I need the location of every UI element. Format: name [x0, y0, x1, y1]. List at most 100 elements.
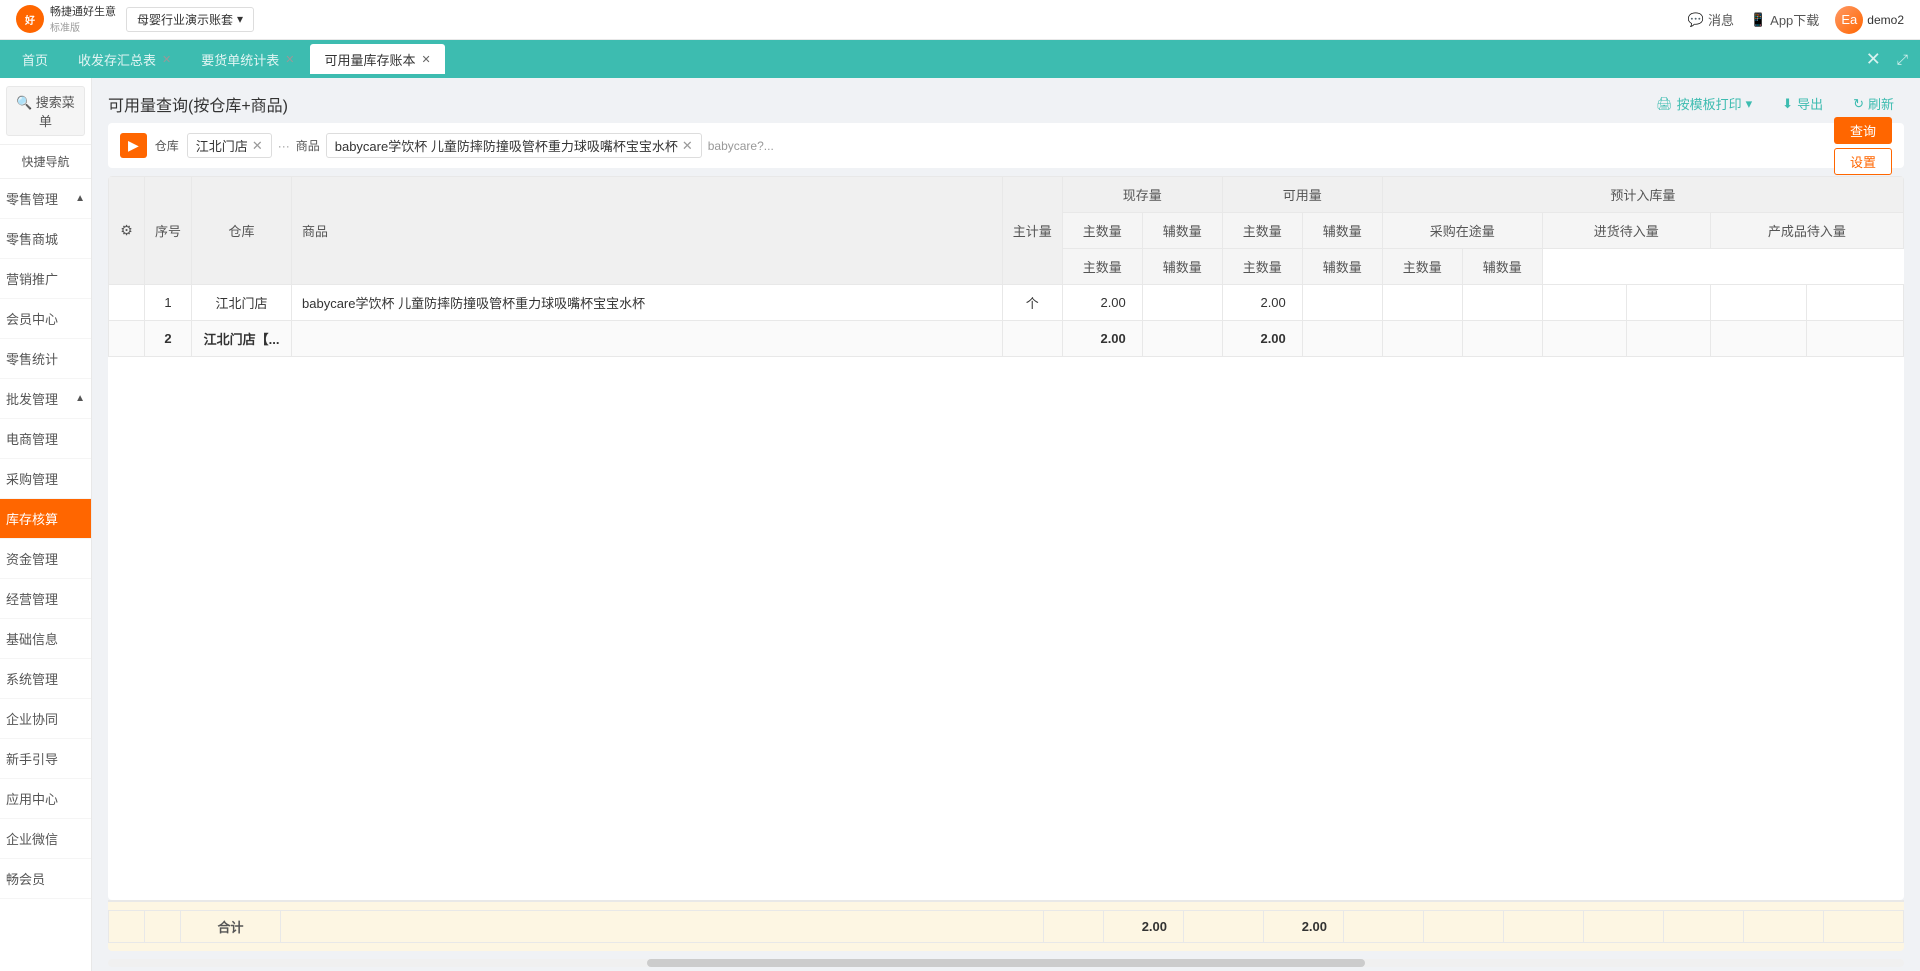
industry-selector[interactable]: 母婴行业演示账套 ▾	[126, 7, 254, 32]
tab-inventory-close[interactable]: ✕	[422, 53, 431, 66]
footer-sales-main	[1584, 911, 1664, 943]
cell-purchase-aux	[1462, 285, 1542, 321]
sidebar-item-purchase-label: 采购管理	[6, 469, 58, 488]
app-download-button[interactable]: 📱 App下载	[1750, 10, 1819, 29]
sidebar-item-basic-info[interactable]: 基础信息	[0, 619, 91, 659]
th-purchase-aux: 辅数量	[1142, 249, 1222, 285]
horizontal-scrollbar[interactable]	[108, 959, 1904, 967]
warehouse-tag-remove[interactable]: ✕	[252, 138, 263, 154]
export-button[interactable]: ⬇ 导出	[1772, 90, 1833, 117]
sidebar-item-app-center[interactable]: 应用中心	[0, 779, 91, 819]
footer-empty-product	[281, 911, 1044, 943]
avatar: Ea	[1835, 6, 1863, 34]
tab-home[interactable]: 首页	[8, 44, 62, 74]
sidebar-item-system[interactable]: 系统管理	[0, 659, 91, 699]
page-actions: 🖨 按模板打印 ▾ ⬇ 导出 ↻ 刷新	[1646, 90, 1904, 117]
tab-receipts[interactable]: 收发存汇总表 ✕	[64, 44, 185, 74]
tab-order-stats-label: 要货单统计表	[201, 50, 279, 69]
query-button[interactable]: 查询	[1834, 117, 1892, 144]
th-sales-main: 主数量	[1222, 249, 1302, 285]
sidebar-item-wholesale[interactable]: 批发管理 ▲	[0, 379, 91, 419]
chevron-icon: ▲	[75, 193, 85, 204]
logo-sub-title: 标准版	[50, 19, 116, 34]
expand-tabs-button[interactable]: ⤢	[1897, 51, 1920, 68]
close-all-tabs-button[interactable]: ✕	[1866, 49, 1893, 70]
th-no: 序号	[145, 177, 192, 285]
top-bar-right: 💬 消息 📱 App下载 Ea demo2	[1688, 6, 1904, 34]
sidebar-item-inventory[interactable]: 库存核算	[0, 499, 91, 539]
product-tag-value: babycare学饮杯 儿童防摔防撞吸管杯重力球吸嘴杯宝宝水杯	[335, 136, 678, 155]
product-tag[interactable]: babycare学饮杯 儿童防摔防撞吸管杯重力球吸嘴杯宝宝水杯 ✕	[326, 133, 702, 158]
tab-receipts-close[interactable]: ✕	[162, 53, 171, 66]
sidebar-item-app-center-label: 应用中心	[6, 789, 58, 808]
logo-symbol: 好	[25, 12, 35, 27]
sidebar-item-ops[interactable]: 经营管理	[0, 579, 91, 619]
footer-label: 合计	[181, 911, 281, 943]
sidebar-item-purchase[interactable]: 采购管理	[0, 459, 91, 499]
sidebar-item-member[interactable]: 会员中心	[0, 299, 91, 339]
product-tag-remove[interactable]: ✕	[682, 138, 693, 154]
footer-row: 合计 2.00 2.00	[109, 911, 1904, 943]
content-area: 可用量查询(按仓库+商品) 🖨 按模板打印 ▾ ⬇ 导出 ↻ 刷新 ▶	[92, 78, 1920, 971]
search-menu-button[interactable]: 🔍 搜索菜单	[6, 86, 85, 136]
filter-area: ▶ 仓库 江北门店 ✕ ··· 商品 babycare学饮杯 儿童防摔防撞吸管杯…	[108, 123, 1904, 168]
settings-button[interactable]: 设置	[1834, 148, 1892, 175]
cell-settings	[109, 285, 145, 321]
sidebar-item-finance[interactable]: 资金管理	[0, 539, 91, 579]
user-name: demo2	[1867, 13, 1904, 27]
sidebar-item-member-label: 会员中心	[6, 309, 58, 328]
settings-gear-icon[interactable]: ⚙	[120, 222, 133, 238]
warehouse-tag[interactable]: 江北门店 ✕	[187, 133, 272, 158]
sidebar-item-ecommerce[interactable]: 电商管理	[0, 419, 91, 459]
chevron-down-icon-print: ▾	[1746, 96, 1753, 112]
printer-icon: 🖨	[1656, 96, 1673, 112]
sidebar-item-retail-mall-label: 零售商城	[6, 229, 58, 248]
filter-more-icon[interactable]: ···	[278, 139, 290, 153]
sidebar-item-retail-mall[interactable]: 零售商城	[0, 219, 91, 259]
cell-sales-main	[1542, 285, 1626, 321]
logo-area: 好 畅捷通好生意 标准版	[16, 5, 116, 34]
page-header: 可用量查询(按仓库+商品) 🖨 按模板打印 ▾ ⬇ 导出 ↻ 刷新	[92, 78, 1920, 123]
tab-order-stats-close[interactable]: ✕	[285, 53, 294, 66]
sidebar-item-enterprise-collab[interactable]: 企业协同	[0, 699, 91, 739]
sidebar-item-retail-mgmt-label: 零售管理	[6, 189, 58, 208]
group-unit	[1002, 321, 1062, 357]
footer-purchase-main	[1424, 911, 1504, 943]
sidebar-item-enterprise-collab-label: 企业协同	[6, 709, 58, 728]
nav-tabs: 首页 收发存汇总表 ✕ 要货单统计表 ✕ 可用量库存账本 ✕ ✕ ⤢	[0, 40, 1920, 78]
footer-empty-settings	[109, 911, 145, 943]
group-prod-aux	[1807, 321, 1904, 357]
user-area[interactable]: Ea demo2	[1835, 6, 1904, 34]
footer-stock-aux	[1184, 911, 1264, 943]
tab-order-stats[interactable]: 要货单统计表 ✕	[187, 44, 308, 74]
th-incoming-header: 预计入库量	[1382, 177, 1903, 213]
group-stock-aux	[1142, 321, 1222, 357]
tab-inventory-label: 可用量库存账本	[324, 50, 415, 69]
scroll-thumb[interactable]	[647, 959, 1365, 967]
cell-warehouse: 江北门店	[192, 285, 292, 321]
quick-nav-label[interactable]: 快捷导航	[21, 155, 69, 169]
sidebar-item-inventory-label: 库存核算	[6, 509, 58, 528]
sidebar-item-system-label: 系统管理	[6, 669, 58, 688]
page-title: 可用量查询(按仓库+商品)	[108, 92, 288, 116]
sidebar-item-marketing[interactable]: 营销推广	[0, 259, 91, 299]
sidebar-item-vip[interactable]: 畅会员	[0, 859, 91, 899]
th-purchase-main: 主数量	[1062, 249, 1142, 285]
filter-expand-button[interactable]: ▶	[120, 133, 147, 158]
footer-prod-aux	[1824, 911, 1904, 943]
sidebar-item-new-guide[interactable]: 新手引导	[0, 739, 91, 779]
message-button[interactable]: 💬 消息	[1688, 10, 1734, 29]
tab-inventory[interactable]: 可用量库存账本 ✕	[310, 44, 444, 74]
message-icon: 💬	[1688, 12, 1704, 28]
main-layout: 🔍 搜索菜单 快捷导航 零售管理 ▲ 零售商城 营销推广 会员中心 零售统计	[0, 78, 1920, 971]
sidebar-item-retail-mgmt[interactable]: 零售管理 ▲	[0, 179, 91, 219]
refresh-button[interactable]: ↻ 刷新	[1843, 90, 1904, 117]
template-print-button[interactable]: 🖨 按模板打印 ▾	[1646, 90, 1762, 117]
footer-sales-aux	[1664, 911, 1744, 943]
cell-stock-aux	[1142, 285, 1222, 321]
cell-prod-aux	[1807, 285, 1904, 321]
refresh-icon: ↻	[1853, 96, 1864, 112]
sidebar-item-retail-stats[interactable]: 零售统计	[0, 339, 91, 379]
top-bar-left: 好 畅捷通好生意 标准版 母婴行业演示账套 ▾	[16, 5, 254, 34]
sidebar-item-enterprise-wechat[interactable]: 企业微信	[0, 819, 91, 859]
